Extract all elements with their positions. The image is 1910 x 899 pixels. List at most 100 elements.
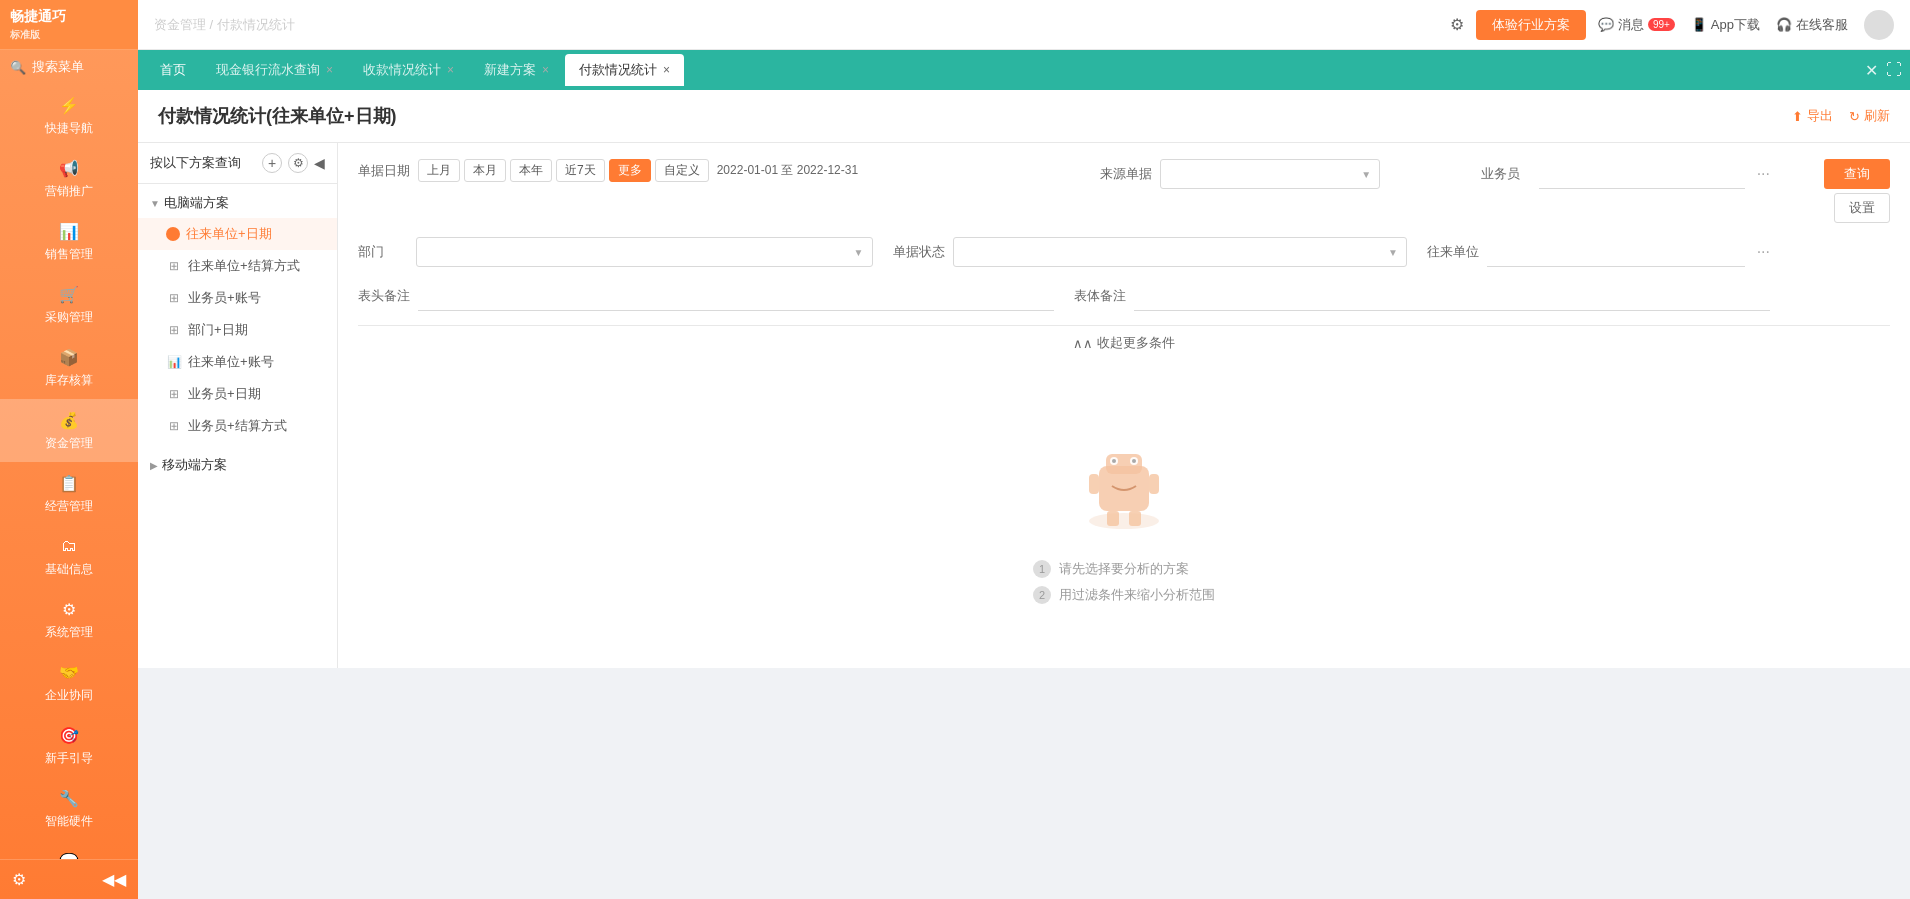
avatar[interactable] (1864, 10, 1894, 40)
mobile-icon: 📱 (1691, 17, 1707, 32)
refresh-button[interactable]: ↻ 刷新 (1849, 107, 1890, 125)
scheme-item-partner-account[interactable]: 📊 往来单位+账号 (138, 346, 337, 378)
search-menu[interactable]: 🔍 搜索菜单 (0, 50, 138, 84)
collapse-bar[interactable]: ∧∧ 收起更多条件 (358, 325, 1890, 360)
inventory-icon: 📦 (58, 346, 80, 368)
date-btn-7days[interactable]: 近7天 (556, 159, 605, 182)
sidebar-item-label: 智能硬件 (45, 813, 93, 830)
sidebar-item-purchase[interactable]: 🛒 采购管理 (0, 273, 138, 336)
export-button[interactable]: ⬆ 导出 (1792, 107, 1833, 125)
sales-icon: 📊 (58, 220, 80, 242)
tab-receipt-stats-label: 收款情况统计 (363, 61, 441, 79)
partner-dots-icon[interactable]: ··· (1757, 243, 1770, 261)
scheme-item-staff-date[interactable]: ⊞ 业务员+日期 (138, 378, 337, 410)
tab-receipt-stats-close-icon[interactable]: × (447, 64, 454, 76)
date-btn-last-month[interactable]: 上月 (418, 159, 460, 182)
tab-bar-end: ✕ ⛶ (1865, 61, 1902, 80)
sidebar-item-wechat[interactable]: 💬 企业微信 (0, 840, 138, 859)
status-select[interactable]: ▼ (953, 237, 1408, 267)
search-icon: 🔍 (10, 60, 26, 75)
sidebar-item-sales[interactable]: 📊 销售管理 (0, 210, 138, 273)
main-content: 资金管理 / 付款情况统计 ⚙ 体验行业方案 💬 消息 99+ 📱 App下载 … (138, 0, 1910, 899)
date-btn-more[interactable]: 更多 (609, 159, 651, 182)
scheme-item-staff-account[interactable]: ⊞ 业务员+账号 (138, 282, 337, 314)
staff-dots-icon[interactable]: ··· (1757, 165, 1770, 183)
scheme-item-label: 往来单位+日期 (186, 225, 272, 243)
partner-input[interactable] (1487, 237, 1745, 267)
date-btn-this-year[interactable]: 本年 (510, 159, 552, 182)
scheme-item-partner-settlement[interactable]: ⊞ 往来单位+结算方式 (138, 250, 337, 282)
empty-illustration (1064, 436, 1184, 536)
notification-item[interactable]: 💬 消息 99+ (1598, 16, 1675, 34)
settings-gear-icon[interactable]: ⚙ (12, 870, 26, 889)
page-content: 付款情况统计(往来单位+日期) ⬆ 导出 ↻ 刷新 按以下方案查询 + (138, 90, 1910, 899)
filter-date-item: 单据日期 上月 本月 本年 近7天 更多 自定义 2022-01-01 至 20… (358, 159, 1080, 182)
tip-text-2: 用过滤条件来缩小分析范围 (1059, 582, 1215, 608)
scheme-item-staff-settlement[interactable]: ⊞ 业务员+结算方式 (138, 410, 337, 442)
filter-partner-item: 往来单位 ··· (1427, 237, 1770, 267)
dept-select[interactable]: ▼ (416, 237, 873, 267)
scheme-table-icon5: ⊞ (166, 418, 182, 434)
page-title: 付款情况统计(往来单位+日期) (158, 104, 397, 128)
header-note-input[interactable] (418, 281, 1054, 311)
partner-label: 往来单位 (1427, 243, 1479, 261)
sidebar-item-hardware[interactable]: 🔧 智能硬件 (0, 777, 138, 840)
scheme-table-icon4: ⊞ (166, 386, 182, 402)
filter-source-item: 来源单据 ▼ (1100, 159, 1461, 189)
scheme-setting-button[interactable]: ⚙ (288, 153, 308, 173)
date-btn-this-month[interactable]: 本月 (464, 159, 506, 182)
scheme-item-dept-date[interactable]: ⊞ 部门+日期 (138, 314, 337, 346)
sidebar-item-marketing[interactable]: 📢 营销推广 (0, 147, 138, 210)
scheme-group-mobile-title[interactable]: ▶ 移动端方案 (138, 450, 337, 480)
tab-payment-stats-close-icon[interactable]: × (663, 64, 670, 76)
refresh-label: 刷新 (1864, 107, 1890, 125)
source-select[interactable]: ▼ (1160, 159, 1380, 189)
sidebar-logo: 畅捷通巧 标准版 (0, 0, 138, 50)
sidebar-item-operations[interactable]: 📋 经营管理 (0, 462, 138, 525)
sidebar: 畅捷通巧 标准版 🔍 搜索菜单 ⚡ 快捷导航 📢 营销推广 📊 销售管理 🛒 采… (0, 0, 138, 899)
scheme-group-mobile: ▶ 移动端方案 (138, 446, 337, 484)
tab-bank-flow[interactable]: 现金银行流水查询 × (202, 54, 347, 86)
tab-home[interactable]: 首页 (146, 54, 200, 86)
tab-bank-flow-close-icon[interactable]: × (326, 64, 333, 76)
scheme-item-label: 往来单位+账号 (188, 353, 274, 371)
sidebar-item-system[interactable]: ⚙ 系统管理 (0, 588, 138, 651)
sidebar-item-inventory[interactable]: 📦 库存核算 (0, 336, 138, 399)
sidebar-nav: ⚡ 快捷导航 📢 营销推广 📊 销售管理 🛒 采购管理 📦 库存核算 💰 资金管… (0, 84, 138, 859)
body-note-input[interactable] (1134, 281, 1770, 311)
close-all-tabs-icon[interactable]: ✕ (1865, 61, 1878, 80)
settings-icon[interactable]: ⚙ (1450, 15, 1464, 34)
query-button[interactable]: 查询 (1824, 159, 1890, 189)
collapse-sidebar-icon[interactable]: ◀◀ (102, 870, 126, 889)
scheme-group-desktop-title[interactable]: ▼ 电脑端方案 (138, 188, 337, 218)
setting-button[interactable]: 设置 (1834, 193, 1890, 223)
sidebar-item-guide[interactable]: 🎯 新手引导 (0, 714, 138, 777)
tab-receipt-stats[interactable]: 收款情况统计 × (349, 54, 468, 86)
staff-input[interactable] (1539, 159, 1745, 189)
sidebar-item-basic-info[interactable]: 🗂 基础信息 (0, 525, 138, 588)
online-service-item[interactable]: 🎧 在线客服 (1776, 16, 1848, 34)
tab-new-scheme-close-icon[interactable]: × (542, 64, 549, 76)
scheme-item-partner-date[interactable]: 往来单位+日期 (138, 218, 337, 250)
filter-row-1: 单据日期 上月 本月 本年 近7天 更多 自定义 2022-01-01 至 20… (358, 159, 1890, 223)
maximize-icon[interactable]: ⛶ (1886, 61, 1902, 80)
app-download-item[interactable]: 📱 App下载 (1691, 16, 1760, 34)
scheme-collapse-button[interactable]: ◀ (314, 155, 325, 171)
tab-new-scheme[interactable]: 新建方案 × (470, 54, 563, 86)
date-btn-custom[interactable]: 自定义 (655, 159, 709, 182)
sidebar-item-cooperation[interactable]: 🤝 企业协同 (0, 651, 138, 714)
finance-icon: 💰 (58, 409, 80, 431)
sidebar-item-quick-nav[interactable]: ⚡ 快捷导航 (0, 84, 138, 147)
group-expand-icon2: ▶ (150, 460, 158, 471)
scheme-add-button[interactable]: + (262, 153, 282, 173)
notification-badge: 99+ (1648, 18, 1675, 31)
sidebar-item-finance[interactable]: 💰 资金管理 (0, 399, 138, 462)
filter-dept-item: 部门 ▼ (358, 237, 873, 267)
try-industry-button[interactable]: 体验行业方案 (1476, 10, 1586, 40)
sidebar-item-label: 营销推广 (45, 183, 93, 200)
export-label: 导出 (1807, 107, 1833, 125)
app-download-label: App下载 (1711, 16, 1760, 34)
tab-payment-stats[interactable]: 付款情况统计 × (565, 54, 684, 86)
filter-status-item: 单据状态 ▼ (893, 237, 1408, 267)
filter-body-note-item: 表体备注 (1074, 281, 1770, 311)
